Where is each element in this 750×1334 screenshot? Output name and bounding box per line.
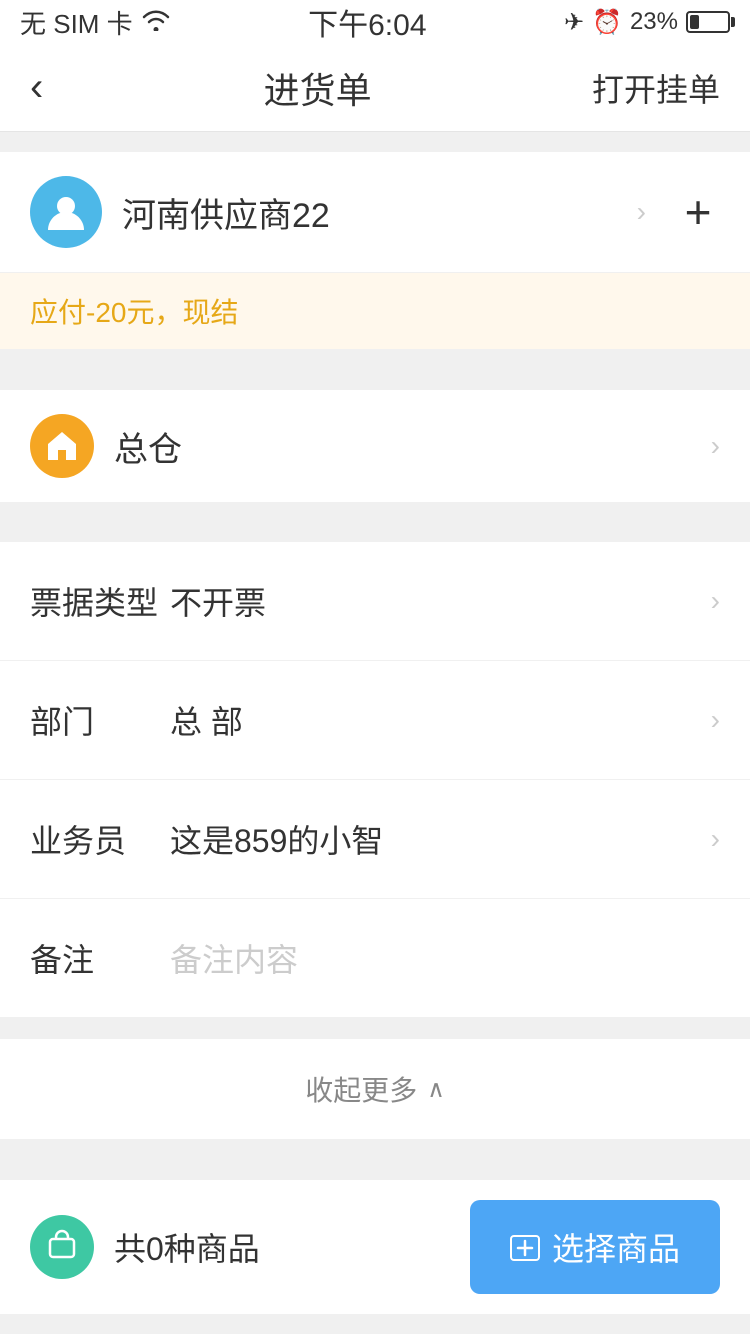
- select-product-icon: [510, 1230, 540, 1264]
- invoice-type-arrow-icon: ›: [711, 585, 720, 617]
- salesman-value: 这是859的小智: [160, 816, 701, 862]
- page-title: 进货单: [264, 62, 372, 114]
- salesman-label: 业务员: [30, 816, 160, 862]
- remarks-label: 备注: [30, 935, 160, 981]
- warehouse-name: 总仓: [114, 422, 711, 471]
- warehouse-icon: [30, 414, 94, 478]
- person-icon: [44, 190, 88, 234]
- warehouse-section[interactable]: 总仓 ›: [0, 389, 750, 502]
- form-row-invoice-type[interactable]: 票据类型 不开票 ›: [0, 542, 750, 661]
- divider-3: [0, 502, 750, 522]
- nav-bar: ‹ 进货单 打开挂单: [0, 44, 750, 132]
- invoice-type-label: 票据类型: [30, 578, 160, 624]
- remarks-value[interactable]: 备注内容: [160, 935, 720, 981]
- supplier-section: 河南供应商22 ›: [0, 152, 750, 273]
- carrier-text: 无 SIM 卡: [20, 4, 133, 41]
- invoice-type-value: 不开票: [160, 578, 701, 624]
- alarm-icon: ⏰: [592, 8, 622, 37]
- department-value: 总 部: [160, 697, 701, 743]
- house-icon: [44, 428, 80, 464]
- info-text: 应付-20元，现结: [30, 297, 238, 328]
- supplier-arrow-icon: ›: [637, 196, 646, 228]
- salesman-arrow-icon: ›: [711, 823, 720, 855]
- select-product-label: 选择商品: [552, 1224, 680, 1270]
- wifi-icon: [141, 7, 171, 38]
- form-row-department[interactable]: 部门 总 部 ›: [0, 661, 750, 780]
- bottom-bar: 共0种商品 选择商品: [0, 1179, 750, 1314]
- status-right: ✈ ⏰ 23%: [564, 8, 730, 37]
- warehouse-arrow-icon: ›: [711, 430, 720, 462]
- supplier-name[interactable]: 河南供应商22: [122, 188, 637, 237]
- product-count-label: 共0种商品: [114, 1224, 470, 1270]
- status-carrier: 无 SIM 卡: [20, 4, 171, 41]
- battery-percent: 23%: [630, 8, 678, 36]
- divider-2: [0, 349, 750, 369]
- divider-4: [0, 1139, 750, 1159]
- open-pending-button[interactable]: 打开挂单: [592, 65, 720, 111]
- cart-icon: [44, 1229, 80, 1265]
- add-supplier-button[interactable]: [676, 185, 720, 239]
- form-row-salesman[interactable]: 业务员 这是859的小智 ›: [0, 780, 750, 899]
- divider-1: [0, 132, 750, 152]
- battery-icon: [686, 11, 730, 33]
- product-icon: [30, 1215, 94, 1279]
- collapse-row[interactable]: 收起更多 ∧: [0, 1038, 750, 1139]
- form-section: 票据类型 不开票 › 部门 总 部 › 业务员 这是859的小智 › 备注 备注…: [0, 542, 750, 1018]
- form-row-remarks[interactable]: 备注 备注内容: [0, 899, 750, 1018]
- select-product-button[interactable]: 选择商品: [470, 1200, 720, 1294]
- supplier-avatar: [30, 176, 102, 248]
- status-time: 下午6:04: [308, 0, 426, 44]
- collapse-label: 收起更多: [305, 1069, 417, 1109]
- status-bar: 无 SIM 卡 下午6:04 ✈ ⏰ 23%: [0, 0, 750, 44]
- department-label: 部门: [30, 697, 160, 743]
- back-button[interactable]: ‹: [30, 65, 43, 110]
- location-icon: ✈: [564, 8, 584, 37]
- collapse-icon: ∧: [427, 1075, 445, 1104]
- info-banner: 应付-20元，现结: [0, 273, 750, 349]
- department-arrow-icon: ›: [711, 704, 720, 736]
